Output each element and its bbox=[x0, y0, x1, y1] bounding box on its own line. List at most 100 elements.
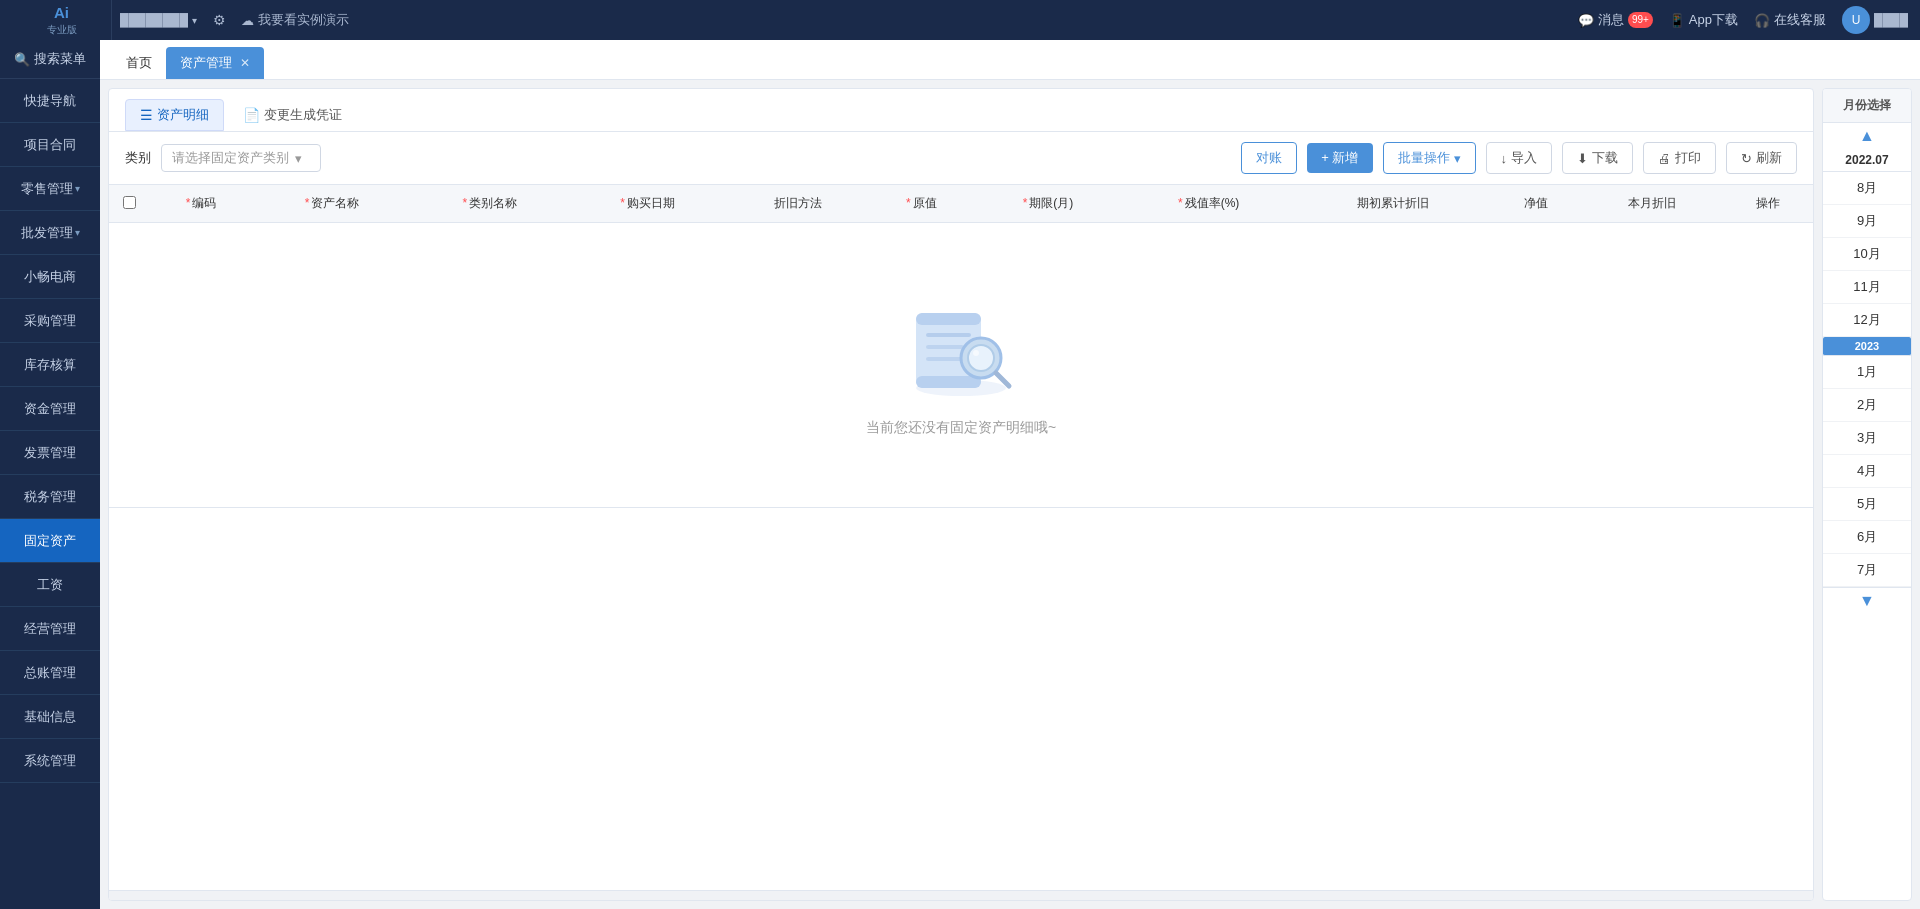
demo-button[interactable]: ☁ 我要看实例演示 bbox=[241, 11, 349, 29]
content-area: 首页 资产管理 ✕ ☰ 资产明细 📄 变更生成凭证 bbox=[100, 40, 1920, 909]
month-item-12[interactable]: 12月 bbox=[1823, 304, 1911, 337]
online-service-label: 在线客服 bbox=[1774, 11, 1826, 29]
sidebar-item-retail[interactable]: 零售管理 ▾ bbox=[0, 167, 100, 211]
month-item-4[interactable]: 4月 bbox=[1823, 455, 1911, 488]
sidebar-item-project[interactable]: 项目合同 bbox=[0, 123, 100, 167]
col-original-value: *原值 bbox=[869, 185, 973, 223]
month-item-6[interactable]: 6月 bbox=[1823, 521, 1911, 554]
sub-tab-change-voucher[interactable]: 📄 变更生成凭证 bbox=[228, 99, 357, 131]
home-tab-label: 首页 bbox=[126, 54, 152, 72]
month-item-5[interactable]: 5月 bbox=[1823, 488, 1911, 521]
message-label: 消息 bbox=[1598, 11, 1624, 29]
tab-bar: 首页 资产管理 ✕ bbox=[100, 40, 1920, 80]
col-category: *类别名称 bbox=[411, 185, 569, 223]
demo-text: 我要看实例演示 bbox=[258, 11, 349, 29]
month-item-10[interactable]: 10月 bbox=[1823, 238, 1911, 271]
col-purchase-date: *购买日期 bbox=[569, 185, 727, 223]
dropdown-icon: ▾ bbox=[192, 15, 197, 26]
sidebar-item-invoice[interactable]: 发票管理 bbox=[0, 431, 100, 475]
refresh-button[interactable]: ↻ 刷新 bbox=[1726, 142, 1797, 174]
month-item-1[interactable]: 1月 bbox=[1823, 356, 1911, 389]
download-icon: 📱 bbox=[1669, 13, 1685, 28]
salary-label: 工资 bbox=[37, 576, 63, 594]
month-item-7[interactable]: 7月 bbox=[1823, 554, 1911, 587]
cloud-icon: ☁ bbox=[241, 13, 254, 28]
sidebar-item-inventory[interactable]: 库存核算 bbox=[0, 343, 100, 387]
message-button[interactable]: 💬 消息 99+ bbox=[1578, 11, 1653, 29]
sidebar-item-wholesale[interactable]: 批发管理 ▾ bbox=[0, 211, 100, 255]
tab-home[interactable]: 首页 bbox=[112, 47, 166, 79]
sub-tab-asset-detail[interactable]: ☰ 资产明细 bbox=[125, 99, 224, 131]
ecommerce-label: 小畅电商 bbox=[24, 268, 76, 286]
month-item-3[interactable]: 3月 bbox=[1823, 422, 1911, 455]
month-item-9[interactable]: 9月 bbox=[1823, 205, 1911, 238]
batch-label: 批量操作 bbox=[1398, 149, 1450, 167]
sidebar-item-tax[interactable]: 税务管理 bbox=[0, 475, 100, 519]
month-item-11[interactable]: 11月 bbox=[1823, 271, 1911, 304]
avatar: U bbox=[1842, 6, 1870, 34]
search-icon: 🔍 bbox=[14, 52, 30, 67]
month-item-8[interactable]: 8月 bbox=[1823, 172, 1911, 205]
system-label: 系统管理 bbox=[24, 752, 76, 770]
company-selector[interactable]: ████████ ▾ bbox=[120, 13, 197, 27]
empty-illustration bbox=[891, 293, 1031, 403]
month-up-nav[interactable]: ▲ bbox=[1823, 123, 1911, 149]
print-button[interactable]: 🖨 打印 bbox=[1643, 142, 1716, 174]
list-icon: ☰ bbox=[140, 107, 153, 123]
import-button[interactable]: ↓ 导入 bbox=[1486, 142, 1553, 174]
sidebar-item-purchase[interactable]: 采购管理 bbox=[0, 299, 100, 343]
message-badge: 99+ bbox=[1628, 12, 1653, 28]
sidebar-item-basic[interactable]: 基础信息 bbox=[0, 695, 100, 739]
month-down-nav[interactable]: ▼ bbox=[1823, 587, 1911, 614]
sidebar: 🔍 搜索菜单 快捷导航 项目合同 零售管理 ▾ 批发管理 ▾ 小畅电商 采购管理 bbox=[0, 40, 100, 909]
sidebar-item-ledger[interactable]: 总账管理 bbox=[0, 651, 100, 695]
import-label: 导入 bbox=[1511, 149, 1537, 167]
purchase-label: 采购管理 bbox=[24, 312, 76, 330]
sidebar-item-system[interactable]: 系统管理 bbox=[0, 739, 100, 783]
category-label: 类别 bbox=[125, 149, 151, 167]
sidebar-item-quick-nav[interactable]: 快捷导航 bbox=[0, 79, 100, 123]
user-info[interactable]: U ████ bbox=[1842, 6, 1908, 34]
sidebar-item-ecommerce[interactable]: 小畅电商 bbox=[0, 255, 100, 299]
main-panel: ☰ 资产明细 📄 变更生成凭证 类别 请选择固定资产类别 ▾ bbox=[108, 88, 1814, 901]
sidebar-item-operations[interactable]: 经营管理 bbox=[0, 607, 100, 651]
inventory-label: 库存核算 bbox=[24, 356, 76, 374]
bottom-scrollbar[interactable] bbox=[109, 890, 1813, 900]
chevron-down-icon-2: ▾ bbox=[75, 227, 80, 238]
download-button[interactable]: ⬇ 下载 bbox=[1562, 142, 1633, 174]
tab-asset-management[interactable]: 资产管理 ✕ bbox=[166, 47, 264, 79]
table-container: *编码 *资产名称 *类别名称 *购买日期 折旧方法 *原值 *期限(月) *残… bbox=[109, 185, 1813, 890]
col-net-value: 净值 bbox=[1491, 185, 1580, 223]
app-edition: 专业版 bbox=[47, 23, 77, 37]
reconcile-button[interactable]: 对账 bbox=[1241, 142, 1297, 174]
message-icon: 💬 bbox=[1578, 13, 1594, 28]
sidebar-item-finance[interactable]: 资金管理 bbox=[0, 387, 100, 431]
app-logo: Ai bbox=[54, 3, 69, 23]
import-icon: ↓ bbox=[1501, 151, 1508, 166]
batch-button[interactable]: 批量操作 ▾ bbox=[1383, 142, 1476, 174]
project-label: 项目合同 bbox=[24, 136, 76, 154]
category-select[interactable]: 请选择固定资产类别 ▾ bbox=[161, 144, 321, 172]
sidebar-item-salary[interactable]: 工资 bbox=[0, 563, 100, 607]
add-label: + 新增 bbox=[1321, 149, 1358, 167]
month-panel: 月份选择 ▲ 2022.07 8月 9月 10月 11月 12月 2023 1月… bbox=[1822, 88, 1912, 901]
company-name: ████████ bbox=[120, 13, 188, 27]
close-icon[interactable]: ✕ bbox=[240, 56, 250, 70]
search-menu-button[interactable]: 🔍 搜索菜单 bbox=[0, 40, 100, 79]
col-operation: 操作 bbox=[1724, 185, 1813, 223]
month-item-2[interactable]: 2月 bbox=[1823, 389, 1911, 422]
select-all-checkbox[interactable] bbox=[123, 196, 136, 209]
basic-label: 基础信息 bbox=[24, 708, 76, 726]
add-button[interactable]: + 新增 bbox=[1307, 143, 1372, 173]
ledger-label: 总账管理 bbox=[24, 664, 76, 682]
wholesale-label: 批发管理 bbox=[21, 224, 73, 242]
online-service-button[interactable]: 🎧 在线客服 bbox=[1754, 11, 1826, 29]
settings-button[interactable]: ⚙ bbox=[205, 6, 233, 34]
sidebar-item-fixed-assets[interactable]: 固定资产 bbox=[0, 519, 100, 563]
change-voucher-tab-label: 变更生成凭证 bbox=[264, 106, 342, 124]
print-icon: 🖨 bbox=[1658, 151, 1671, 166]
col-period: *期限(月) bbox=[974, 185, 1123, 223]
svg-rect-3 bbox=[916, 376, 981, 388]
search-menu-label: 搜索菜单 bbox=[34, 50, 86, 68]
app-download-button[interactable]: 📱 App下载 bbox=[1669, 11, 1738, 29]
